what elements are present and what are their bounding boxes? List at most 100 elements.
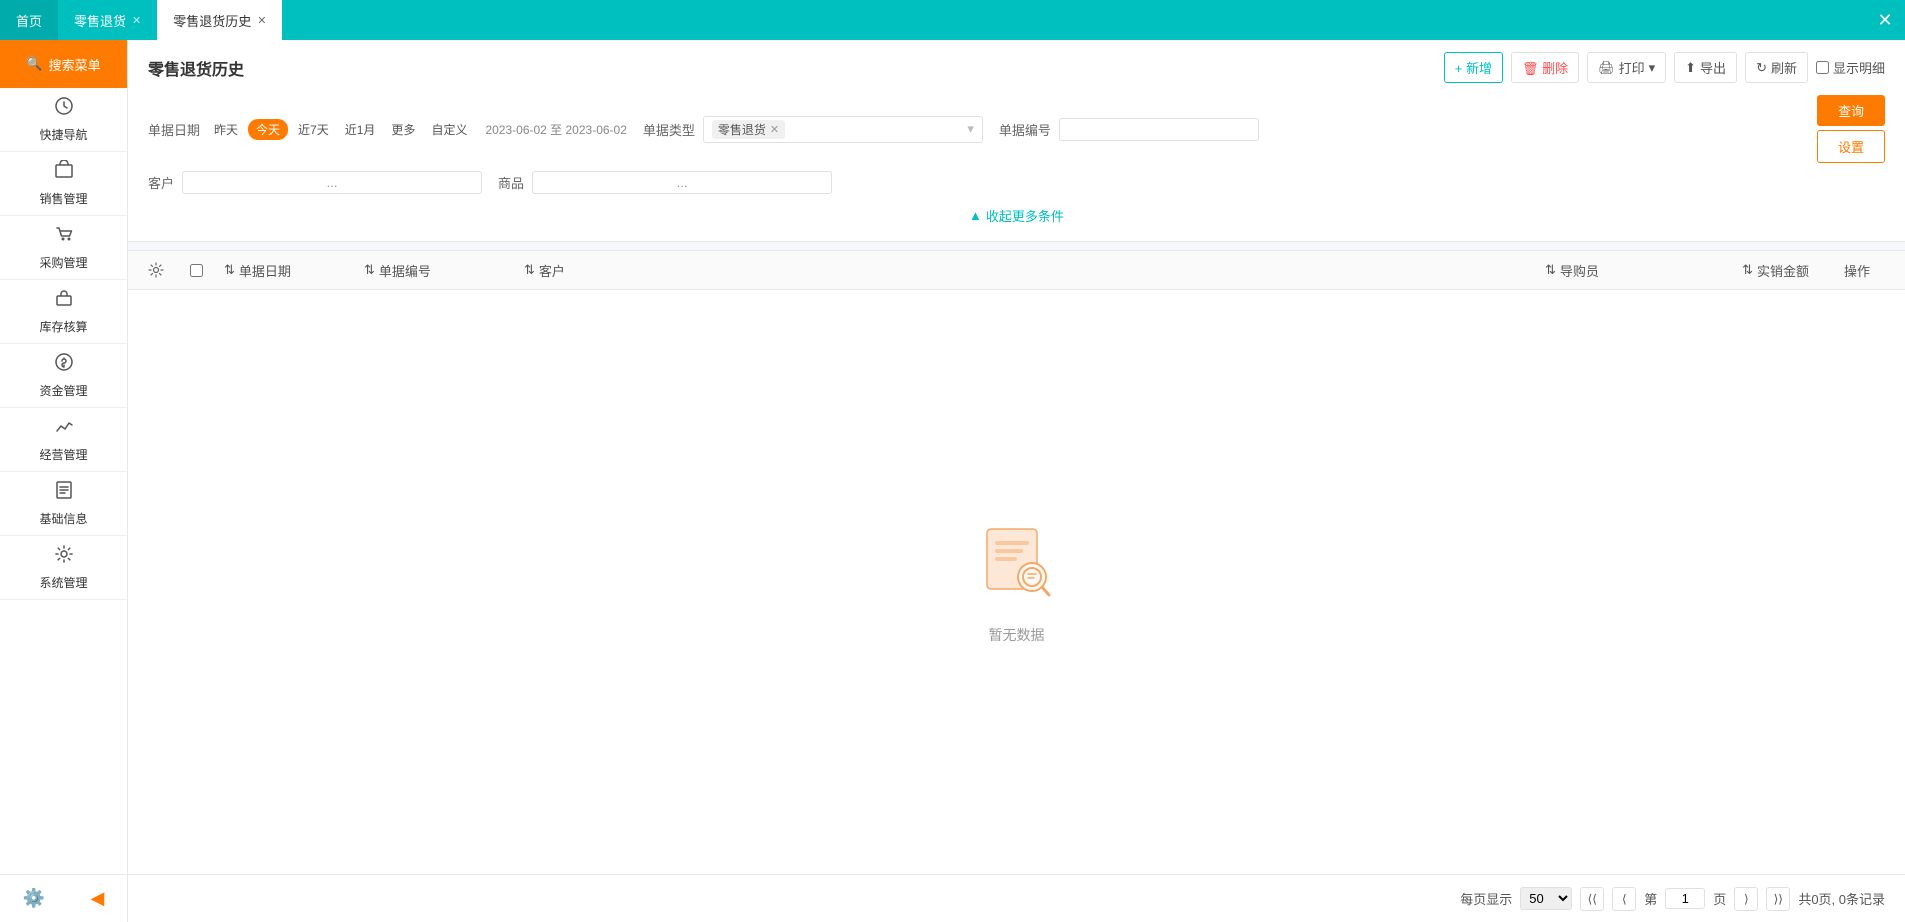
th-checkbox[interactable] <box>176 264 216 277</box>
sidebar-item-inventory[interactable]: 库存核算 <box>0 280 127 344</box>
date-opt-more[interactable]: 更多 <box>385 119 421 140</box>
empty-state: 暂无数据 <box>128 290 1905 874</box>
system-icon <box>54 544 74 570</box>
goods-filter: 商品 ... <box>498 171 832 194</box>
sidebar-item-finance[interactable]: 资金管理 <box>0 344 127 408</box>
tab-home[interactable]: 首页 <box>0 0 58 40</box>
sidebar-item-quick-nav-label: 快捷导航 <box>39 126 87 143</box>
th-operation: 操作 <box>1817 261 1897 280</box>
next-page-button[interactable]: ⟩ <box>1734 887 1758 911</box>
sidebar-item-purchase-label: 采购管理 <box>39 254 87 271</box>
empty-text: 暂无数据 <box>989 625 1045 645</box>
top-bar: 首页 零售退货 ✕ 零售退货历史 ✕ ✕ <box>0 0 1905 40</box>
tab-retail-return-history-label: 零售退货历史 <box>173 11 251 30</box>
collapse-label: 收起更多条件 <box>986 206 1064 225</box>
tab-retail-return[interactable]: 零售退货 ✕ <box>58 0 157 40</box>
sales-icon <box>54 160 74 186</box>
select-all-checkbox[interactable] <box>190 264 203 277</box>
prev-page-button[interactable]: ⟨ <box>1612 887 1636 911</box>
quick-nav-icon <box>54 96 74 122</box>
th-customer: ⇅ 客户 <box>516 261 1537 280</box>
sidebar-item-business[interactable]: 经营管理 <box>0 408 127 472</box>
page-word: 第 <box>1644 889 1657 908</box>
print-button[interactable]: 🖨 打印 ▾ <box>1587 52 1666 83</box>
sidebar-item-finance-label: 资金管理 <box>39 382 87 399</box>
sidebar-item-basic-info[interactable]: 基础信息 <box>0 472 127 536</box>
refresh-button[interactable]: ↻ 刷新 <box>1745 52 1808 83</box>
customer-filter: 客户 ... <box>148 171 482 194</box>
customer-input[interactable]: ... <box>182 171 482 194</box>
sidebar: 🔍 搜索菜单 快捷导航 销售管理 采购管理 库存核算 <box>0 40 128 922</box>
date-opt-7days[interactable]: 近7天 <box>292 119 335 140</box>
sidebar-item-quick-nav[interactable]: 快捷导航 <box>0 88 127 152</box>
type-tag: 零售退货 ✕ <box>712 120 785 139</box>
export-button[interactable]: ⬆ 导出 <box>1674 52 1737 83</box>
tab-retail-return-history[interactable]: 零售退货历史 ✕ <box>157 0 282 40</box>
date-filter: 单据日期 昨天 今天 近7天 近1月 更多 自定义 2023-06-02 至 2… <box>148 119 627 140</box>
basic-info-icon <box>54 480 74 506</box>
pagination: 每页显示 50 20 100 ⟨⟨ ⟨ 第 页 ⟩ ⟩⟩ 共0页, 0条记录 <box>128 874 1905 922</box>
first-page-button[interactable]: ⟨⟨ <box>1580 887 1604 911</box>
query-button[interactable]: 查询 <box>1817 95 1885 126</box>
date-opt-custom[interactable]: 自定义 <box>425 119 473 140</box>
sort-guide-icon[interactable]: ⇅ <box>1545 262 1556 278</box>
sort-customer-icon[interactable]: ⇅ <box>524 262 535 278</box>
tab-home-label: 首页 <box>16 11 42 30</box>
sidebar-item-sales[interactable]: 销售管理 <box>0 152 127 216</box>
order-no-label: 单据编号 <box>999 120 1051 139</box>
goods-input[interactable]: ... <box>532 171 832 194</box>
delete-button[interactable]: 🗑 删除 <box>1511 52 1579 83</box>
type-filter-label: 单据类型 <box>643 120 695 139</box>
sidebar-item-basic-info-label: 基础信息 <box>39 510 87 527</box>
page-label: 页 <box>1713 889 1726 908</box>
type-tag-label: 零售退货 <box>718 121 766 138</box>
page-number-input[interactable] <box>1665 888 1705 909</box>
date-opt-1month[interactable]: 近1月 <box>339 119 382 140</box>
sort-date-icon[interactable]: ⇅ <box>224 262 235 278</box>
show-detail-checkbox[interactable] <box>1816 61 1829 74</box>
tab-retail-return-history-close[interactable]: ✕ <box>257 14 266 27</box>
business-icon <box>54 416 74 442</box>
settings-bottom-icon[interactable]: ⚙️ <box>23 888 45 909</box>
type-filter: 单据类型 零售退货 ✕ ▾ <box>643 116 983 143</box>
collapse-button[interactable]: ▲ 收起更多条件 <box>961 202 1072 229</box>
th-settings[interactable] <box>136 262 176 278</box>
empty-icon <box>967 519 1067 609</box>
tab-retail-return-label: 零售退货 <box>74 11 126 30</box>
content-area: 零售退货历史 + 新增 🗑 删除 🖨 打印 ▾ ⬆ 导出 ↻ <box>128 40 1905 922</box>
collapse-sidebar-icon[interactable]: ◀ <box>90 888 104 909</box>
window-close-button[interactable]: ✕ <box>1865 0 1905 40</box>
last-page-button[interactable]: ⟩⟩ <box>1766 887 1790 911</box>
print-label: 打印 <box>1619 58 1645 77</box>
type-tag-close[interactable]: ✕ <box>770 123 779 136</box>
inventory-icon <box>54 288 74 314</box>
sidebar-search[interactable]: 🔍 搜索菜单 <box>0 40 127 88</box>
add-button[interactable]: + 新增 <box>1444 52 1503 83</box>
date-opt-yesterday[interactable]: 昨天 <box>208 119 244 140</box>
set-button[interactable]: 设置 <box>1817 130 1885 163</box>
date-opt-today[interactable]: 今天 <box>248 119 288 140</box>
page-header: 零售退货历史 + 新增 🗑 删除 🖨 打印 ▾ ⬆ 导出 ↻ <box>128 40 1905 242</box>
sidebar-item-business-label: 经营管理 <box>39 446 87 463</box>
type-select-chevron: ▾ <box>967 121 974 137</box>
date-range-value: 2023-06-02 至 2023-06-02 <box>485 121 626 138</box>
type-select[interactable]: 零售退货 ✕ ▾ <box>703 116 983 143</box>
table-wrapper: ⇅ 单据日期 ⇅ 单据编号 ⇅ 客户 ⇅ 导购员 ⇅ 实销金额 <box>128 250 1905 874</box>
table-header: ⇅ 单据日期 ⇅ 单据编号 ⇅ 客户 ⇅ 导购员 ⇅ 实销金额 <box>128 250 1905 290</box>
sort-amount-icon[interactable]: ⇅ <box>1742 262 1753 278</box>
show-detail-label[interactable]: 显示明细 <box>1816 58 1885 77</box>
refresh-icon: ↻ <box>1756 60 1767 76</box>
order-no-input[interactable] <box>1059 118 1259 141</box>
sidebar-item-purchase[interactable]: 采购管理 <box>0 216 127 280</box>
sidebar-item-system[interactable]: 系统管理 <box>0 536 127 600</box>
print-icon: 🖨 <box>1598 60 1615 76</box>
sort-num-icon[interactable]: ⇅ <box>364 262 375 278</box>
tab-retail-return-close[interactable]: ✕ <box>132 14 141 27</box>
filter-row-1: 单据日期 昨天 今天 近7天 近1月 更多 自定义 2023-06-02 至 2… <box>148 95 1885 163</box>
sidebar-item-sales-label: 销售管理 <box>39 190 87 207</box>
th-date: ⇅ 单据日期 <box>216 261 356 280</box>
page-size-select[interactable]: 50 20 100 <box>1520 887 1572 910</box>
main-layout: 🔍 搜索菜单 快捷导航 销售管理 采购管理 库存核算 <box>0 40 1905 922</box>
export-label: 导出 <box>1700 58 1726 77</box>
th-num: ⇅ 单据编号 <box>356 261 516 280</box>
